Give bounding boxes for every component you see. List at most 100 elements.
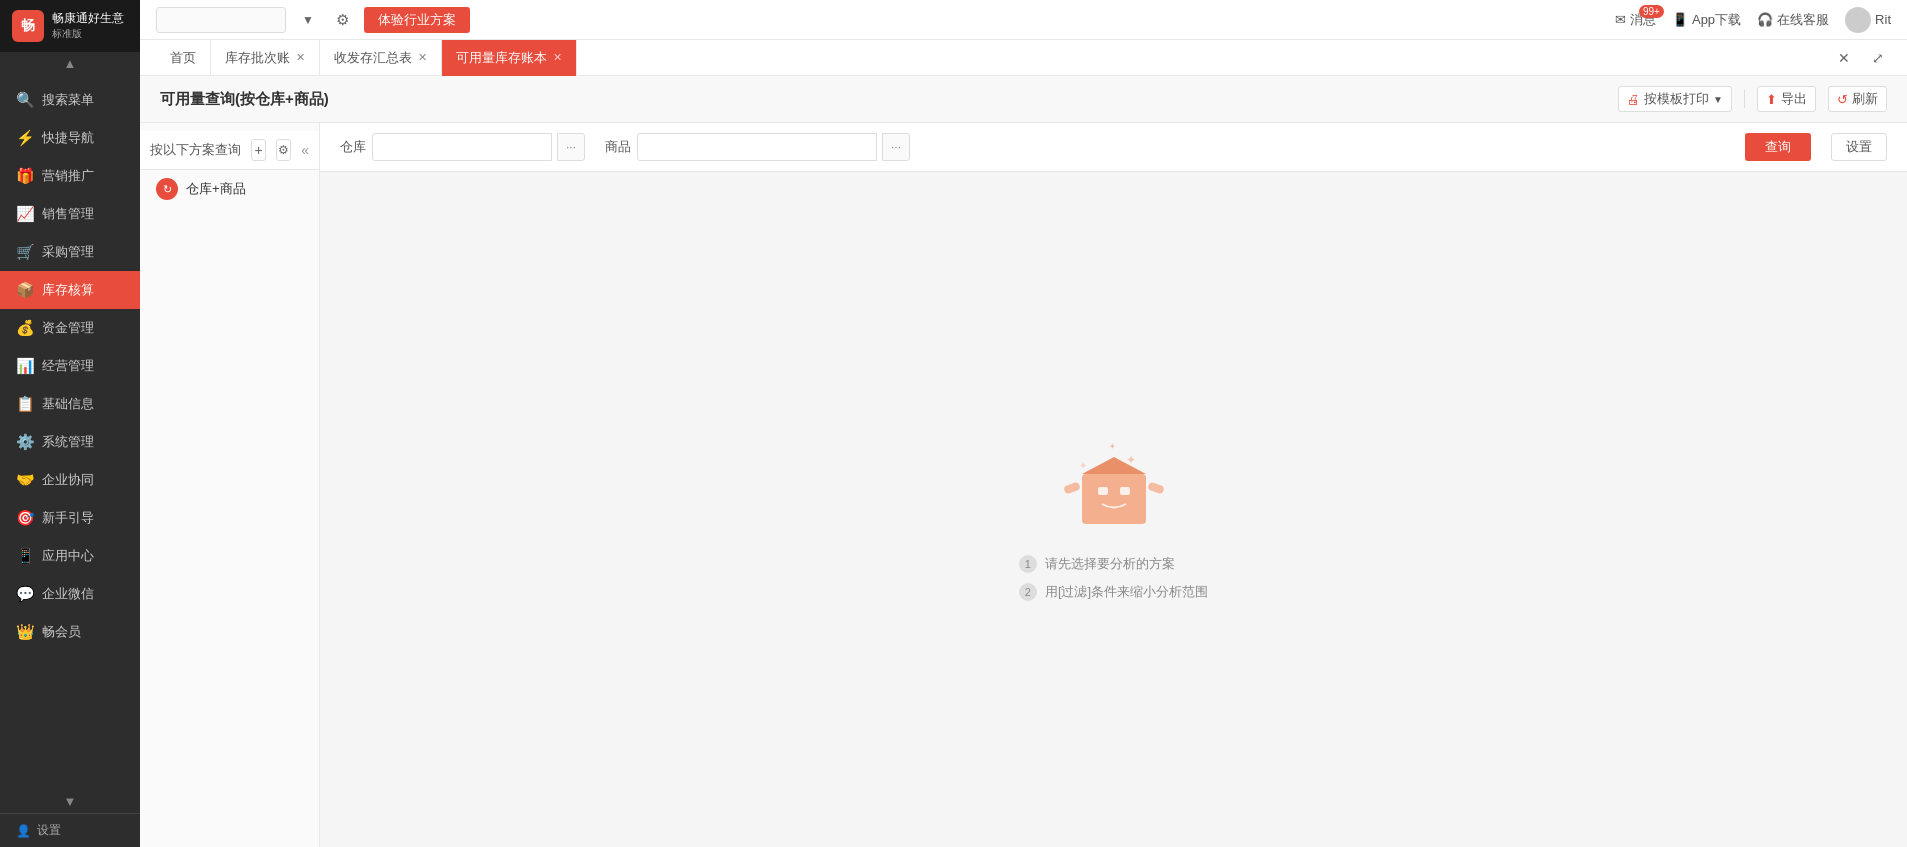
product-label: 商品 (605, 138, 631, 156)
sidebar-item-system[interactable]: ⚙️ 系统管理 (0, 423, 140, 461)
chat-icon: 💬 (16, 585, 34, 603)
user-avatar-btn[interactable]: Rit (1845, 7, 1891, 33)
sidebar-item-enterprise[interactable]: 🤝 企业协同 (0, 461, 140, 499)
sidebar-item-search[interactable]: 🔍 搜索菜单 (0, 81, 140, 119)
empty-hint-2: 2 用[过滤]条件来缩小分析范围 (1019, 583, 1208, 601)
sidebar-item-label: 营销推广 (42, 167, 94, 185)
sidebar-footer[interactable]: 👤 设置 (0, 813, 140, 847)
topbar-dropdown-btn[interactable]: ▼ (296, 8, 320, 32)
sidebar-subtitle: 标准版 (52, 27, 124, 41)
refresh-btn[interactable]: ↺ 刷新 (1828, 86, 1887, 112)
scheme-label: 仓库+商品 (186, 180, 246, 198)
svg-rect-0 (1082, 474, 1146, 524)
chart-icon: 📈 (16, 205, 34, 223)
page-header-actions: 🖨 按模板打印 ▼ ⬆ 导出 ↺ 刷新 (1618, 86, 1887, 112)
sidebar-item-label: 系统管理 (42, 433, 94, 451)
refresh-icon: ↺ (1837, 92, 1848, 107)
svg-marker-1 (1082, 457, 1146, 474)
tab-inventory-summary[interactable]: 收发存汇总表 ✕ (320, 40, 442, 76)
sidebar-item-inventory[interactable]: 📦 库存核算 (0, 271, 140, 309)
sidebar-nav: 🔍 搜索菜单 ⚡ 快捷导航 🎁 营销推广 📈 销售管理 🛒 采购管理 📦 库存核… (0, 75, 140, 790)
sidebar-logo: 畅 (12, 10, 44, 42)
sidebar-item-shortcut[interactable]: ⚡ 快捷导航 (0, 119, 140, 157)
empty-hint-1: 1 请先选择要分析的方案 (1019, 555, 1208, 573)
empty-hints: 1 请先选择要分析的方案 2 用[过滤]条件来缩小分析范围 (1019, 555, 1208, 601)
main-content: ▼ ⚙ 体验行业方案 ✉ 消息 99+ 📱 App下载 🎧 在线客服 Rit (140, 0, 1907, 847)
sidebar-item-finance[interactable]: 💰 资金管理 (0, 309, 140, 347)
sidebar-scroll-up[interactable]: ▲ (0, 52, 140, 75)
sidebar-item-newbie[interactable]: 🎯 新手引导 (0, 499, 140, 537)
sidebar-item-app-center[interactable]: 📱 应用中心 (0, 537, 140, 575)
svg-rect-2 (1098, 487, 1108, 495)
content-area: 仓库 ··· 商品 ··· 查询 设置 (320, 123, 1907, 847)
sidebar-item-marketing[interactable]: 🎁 营销推广 (0, 157, 140, 195)
tab-batch-ledger[interactable]: 库存批次账 ✕ (211, 40, 320, 76)
topbar-gear-btn[interactable]: ⚙ (330, 8, 354, 32)
sidebar-scroll-down[interactable]: ▼ (0, 790, 140, 813)
sidebar-item-purchase[interactable]: 🛒 采购管理 (0, 233, 140, 271)
print-dropdown-icon[interactable]: ▼ (1713, 94, 1723, 105)
target-icon: 🎯 (16, 509, 34, 527)
product-input[interactable] (637, 133, 877, 161)
tab-maximize-btn[interactable]: ⤢ (1865, 45, 1891, 71)
sidebar-item-member[interactable]: 👑 畅会员 (0, 613, 140, 651)
industry-solution-button[interactable]: 体验行业方案 (364, 7, 470, 33)
online-service-btn[interactable]: 🎧 在线客服 (1757, 11, 1829, 29)
print-icon: 🖨 (1627, 92, 1640, 107)
filter-add-btn[interactable]: + (251, 139, 266, 161)
tab-batch-ledger-close[interactable]: ✕ (296, 51, 305, 64)
tab-home-label: 首页 (170, 49, 196, 67)
sidebar-item-sales[interactable]: 📈 销售管理 (0, 195, 140, 233)
tab-close-window-btn[interactable]: ✕ (1831, 45, 1857, 71)
app-download-btn[interactable]: 📱 App下载 (1672, 11, 1741, 29)
filter-collapse-btn[interactable]: « (301, 142, 309, 158)
sidebar-item-wechat[interactable]: 💬 企业微信 (0, 575, 140, 613)
warehouse-label: 仓库 (340, 138, 366, 156)
scheme-warehouse-product[interactable]: ↻ 仓库+商品 (140, 170, 319, 208)
sidebar-item-label: 搜索菜单 (42, 91, 94, 109)
svg-text:✦: ✦ (1079, 460, 1087, 471)
tab-inventory-summary-close[interactable]: ✕ (418, 51, 427, 64)
tab-available-ledger-close[interactable]: ✕ (553, 51, 562, 64)
search-icon: 🔍 (16, 91, 34, 109)
gear-icon: ⚙️ (16, 433, 34, 451)
warehouse-input[interactable] (372, 133, 552, 161)
bar-chart-icon: 📊 (16, 357, 34, 375)
topbar-right: ✉ 消息 99+ 📱 App下载 🎧 在线客服 Rit (1615, 7, 1891, 33)
message-btn[interactable]: ✉ 消息 99+ (1615, 11, 1656, 29)
warehouse-field-group: 仓库 ··· (340, 133, 585, 161)
topbar-search-input[interactable] (156, 7, 286, 33)
money-icon: 💰 (16, 319, 34, 337)
sidebar-item-label: 快捷导航 (42, 129, 94, 147)
mobile-download-icon: 📱 (1672, 12, 1688, 27)
scheme-panel: 按以下方案查询 + ⚙ « ↻ 仓库+商品 (140, 123, 320, 847)
tab-available-ledger[interactable]: 可用量库存账本 ✕ (442, 40, 577, 76)
product-field-group: 商品 ··· (605, 133, 910, 161)
page-header: 可用量查询(按仓库+商品) 🖨 按模板打印 ▼ ⬆ 导出 ↺ 刷新 (140, 76, 1907, 123)
avatar (1845, 7, 1871, 33)
sidebar-item-label: 销售管理 (42, 205, 94, 223)
mobile-icon: 📱 (16, 547, 34, 565)
hint-num-1: 1 (1019, 555, 1037, 573)
warehouse-more-btn[interactable]: ··· (557, 133, 585, 161)
sidebar-title: 畅康通好生意 (52, 11, 124, 27)
query-button[interactable]: 查询 (1745, 133, 1811, 161)
sidebar-item-label: 企业协同 (42, 471, 94, 489)
product-more-btn[interactable]: ··· (882, 133, 910, 161)
sidebar-item-basic-info[interactable]: 📋 基础信息 (0, 385, 140, 423)
tab-available-ledger-label: 可用量库存账本 (456, 49, 547, 67)
filter-label: 按以下方案查询 (150, 141, 241, 159)
print-template-btn[interactable]: 🖨 按模板打印 ▼ (1618, 86, 1732, 112)
filter-setting-btn[interactable]: ⚙ (276, 139, 291, 161)
sidebar-item-label: 企业微信 (42, 585, 94, 603)
settings-button[interactable]: 设置 (1831, 133, 1887, 161)
filter-fields: 仓库 ··· 商品 ··· 查询 设置 (320, 123, 1907, 172)
handshake-icon: 🤝 (16, 471, 34, 489)
footer-label: 设置 (37, 822, 61, 839)
sidebar-item-label: 库存核算 (42, 281, 94, 299)
tab-home[interactable]: 首页 (156, 40, 211, 76)
lightning-icon: ⚡ (16, 129, 34, 147)
export-btn[interactable]: ⬆ 导出 (1757, 86, 1816, 112)
sidebar-item-operations[interactable]: 📊 经营管理 (0, 347, 140, 385)
tab-inventory-summary-label: 收发存汇总表 (334, 49, 412, 67)
